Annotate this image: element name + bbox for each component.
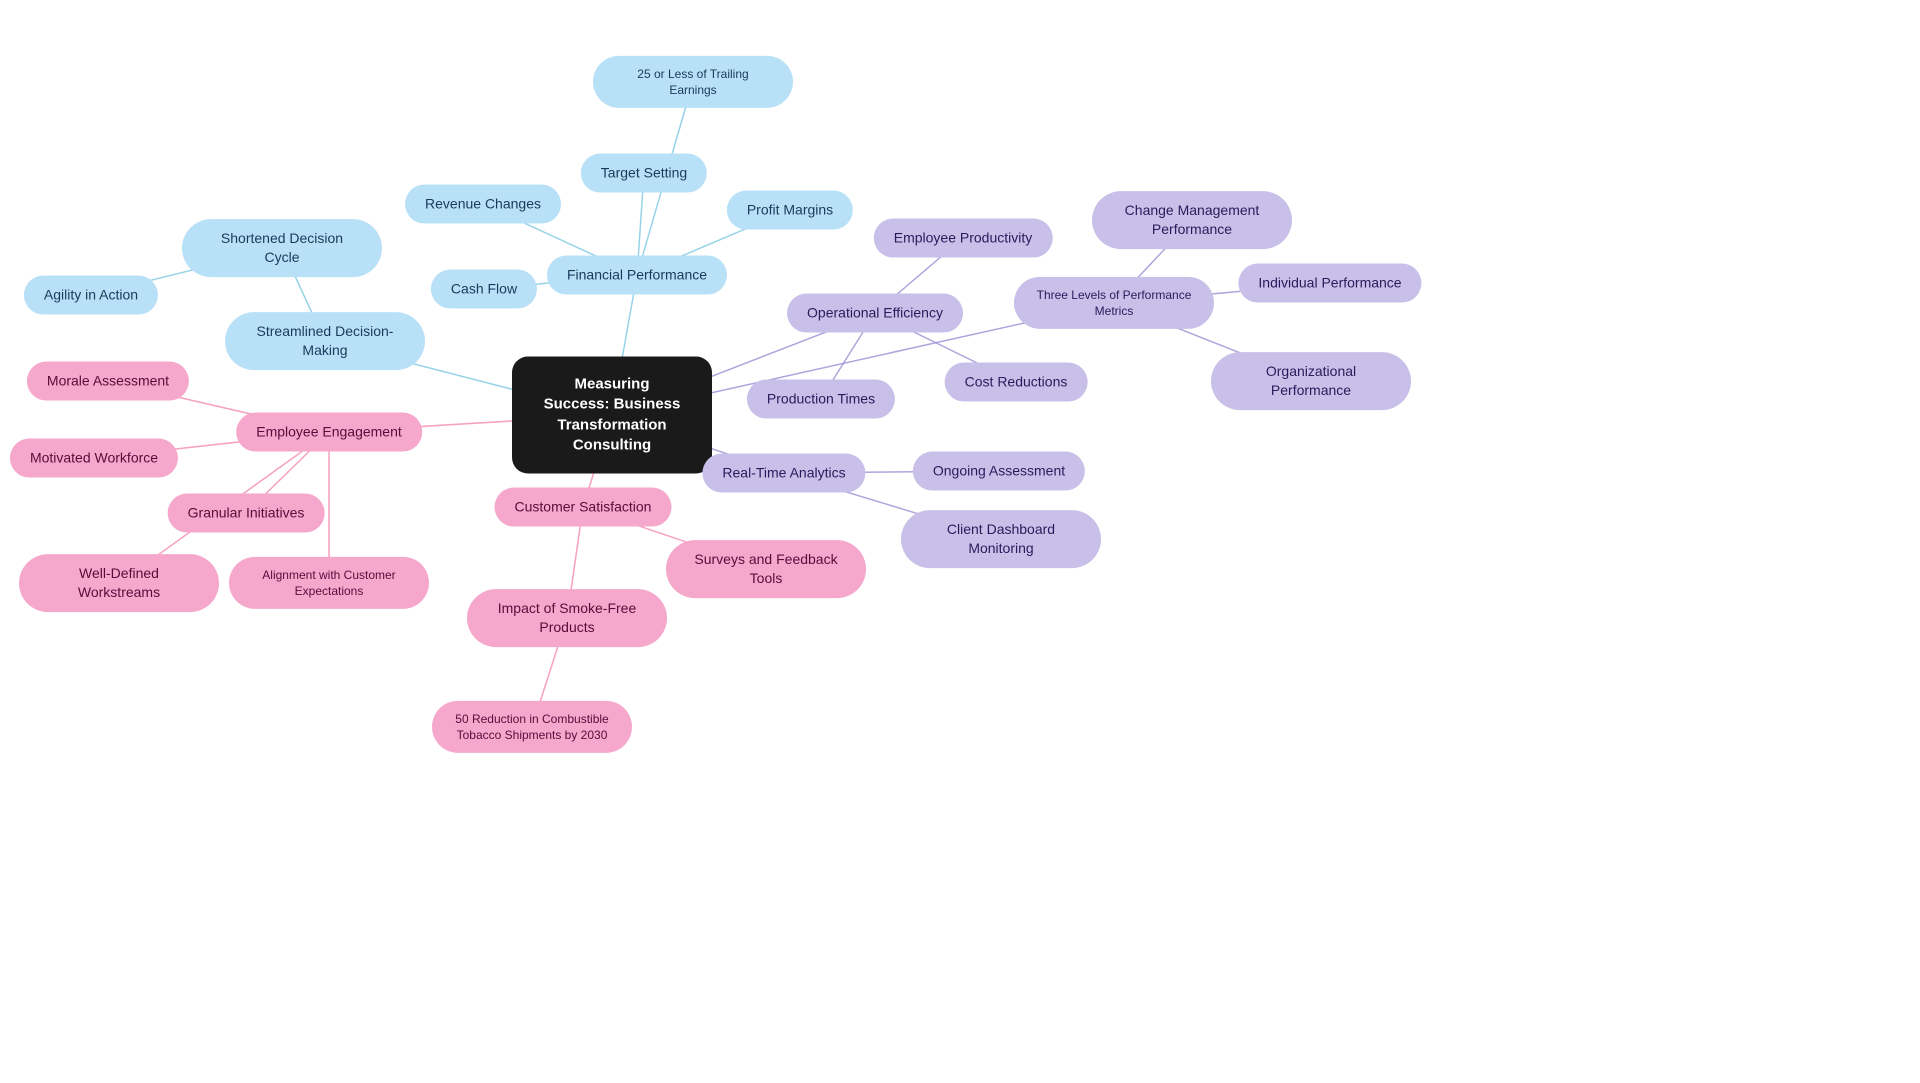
node-n21[interactable]: Ongoing Assessment [913,452,1085,491]
node-n1[interactable]: 25 or Less of Trailing Earnings [593,56,793,108]
node-n28[interactable]: Change Management Performance [1092,191,1292,249]
node-n5[interactable]: Financial Performance [547,256,727,295]
node-n8[interactable]: Agility in Action [24,276,158,315]
node-n10[interactable]: Morale Assessment [27,362,189,401]
node-n17[interactable]: Impact of Smoke-Free Products [467,589,667,647]
node-n30[interactable]: Organizational Performance [1211,352,1411,410]
node-n6[interactable]: Profit Margins [727,191,853,230]
node-n12[interactable]: Motivated Workforce [10,439,178,478]
node-n4[interactable]: Cash Flow [431,270,537,309]
node-n3[interactable]: Revenue Changes [405,185,561,224]
center-node[interactable]: Measuring Success: Business Transformati… [512,357,712,474]
node-n24[interactable]: Cost Reductions [945,363,1088,402]
node-n16[interactable]: Customer Satisfaction [495,488,672,527]
node-n25[interactable]: Operational Efficiency [787,294,963,333]
node-n26[interactable]: Employee Productivity [874,219,1053,258]
node-n27[interactable]: Three Levels of Performance Metrics [1014,277,1214,329]
node-n15[interactable]: Alignment with Customer Expectations [229,557,429,609]
node-n18[interactable]: 50 Reduction in Combustible Tobacco Ship… [432,701,632,753]
node-n9[interactable]: Streamlined Decision-Making [225,312,425,370]
node-n7[interactable]: Shortened Decision Cycle [182,219,382,277]
node-n22[interactable]: Client Dashboard Monitoring [901,510,1101,568]
node-n2[interactable]: Target Setting [581,154,707,193]
node-n23[interactable]: Production Times [747,380,895,419]
node-n13[interactable]: Granular Initiatives [168,494,325,533]
node-n11[interactable]: Employee Engagement [236,413,422,452]
node-n29[interactable]: Individual Performance [1238,264,1421,303]
node-n20[interactable]: Real-Time Analytics [702,454,865,493]
node-n14[interactable]: Well-Defined Workstreams [19,554,219,612]
node-n19[interactable]: Surveys and Feedback Tools [666,540,866,598]
